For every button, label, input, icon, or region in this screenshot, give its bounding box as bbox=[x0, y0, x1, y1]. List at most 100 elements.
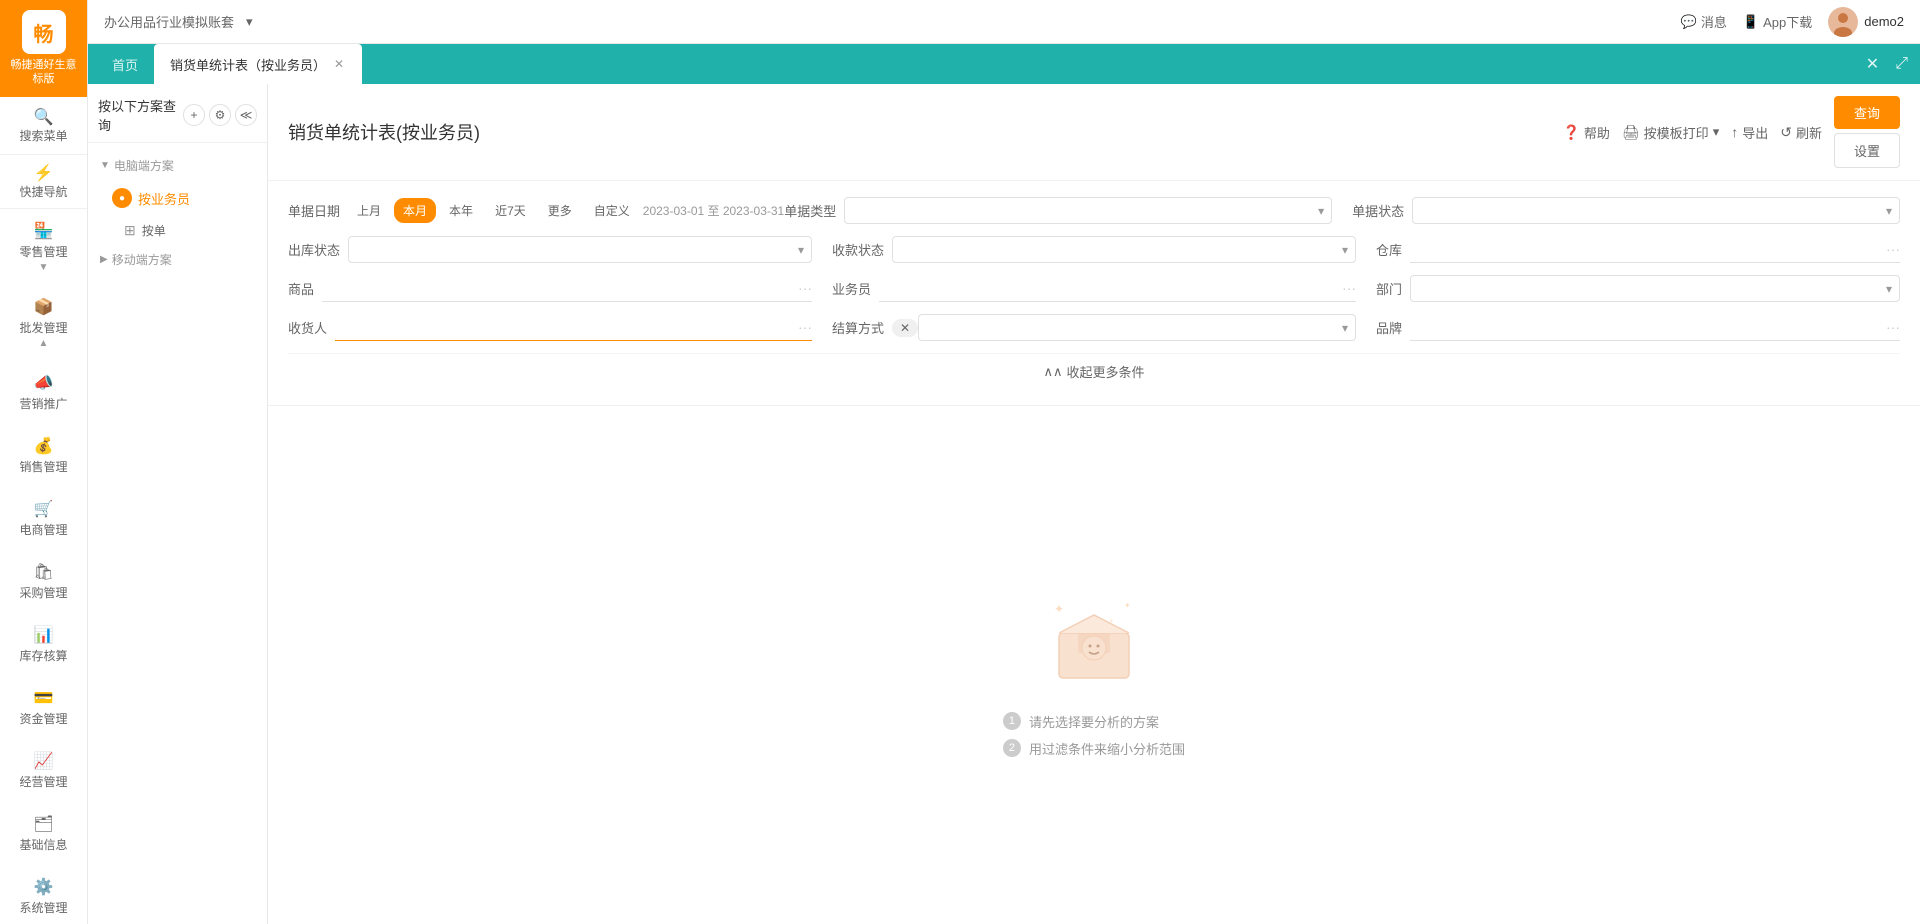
salesperson-input[interactable] bbox=[879, 276, 1338, 301]
add-scheme-btn[interactable]: + bbox=[183, 104, 205, 126]
operations-icon: 📈 bbox=[34, 751, 54, 771]
query-btn[interactable]: 查询 bbox=[1834, 96, 1900, 129]
refresh-btn[interactable]: ↺ 刷新 bbox=[1780, 123, 1822, 142]
filter-receiver: 收货人 ··· bbox=[288, 315, 812, 341]
stock-status-label: 出库状态 bbox=[288, 240, 340, 259]
message-btn[interactable]: 💬 消息 bbox=[1681, 12, 1727, 31]
tab-sales-stats[interactable]: 销货单统计表（按业务员） ✕ bbox=[154, 44, 362, 84]
print-btn[interactable]: 🖨 按模板打印 ▾ bbox=[1622, 123, 1719, 142]
receiver-input[interactable] bbox=[335, 315, 794, 340]
doc-type-select[interactable] bbox=[844, 197, 1332, 224]
sidebar-item-system[interactable]: ⚙️ 系统管理 bbox=[0, 865, 87, 924]
receiver-input-wrap: ··· bbox=[335, 315, 812, 341]
settlement-x-icon[interactable]: ✕ bbox=[900, 321, 910, 335]
warehouse-input[interactable] bbox=[1410, 237, 1882, 262]
app-download-btn[interactable]: 📱 App下载 bbox=[1743, 12, 1812, 31]
filter-doc-status: 单据状态 bbox=[1352, 197, 1900, 224]
user-area[interactable]: demo2 bbox=[1828, 7, 1904, 37]
mobile-group-arrow-icon: ▶ bbox=[100, 254, 108, 265]
doc-status-select-wrap bbox=[1412, 197, 1900, 224]
filter-date: 单据日期 上月 本月 本年 近7天 更多 自定义 2023-03-01 至 20… bbox=[288, 198, 784, 223]
tab-close-window-icon[interactable]: ✕ bbox=[1862, 50, 1883, 78]
settings-btn[interactable]: 设置 bbox=[1834, 133, 1900, 168]
sidebar-item-finance[interactable]: 💳 资金管理 bbox=[0, 676, 87, 739]
brand-dots-btn[interactable]: ··· bbox=[1886, 319, 1900, 335]
pay-status-select[interactable] bbox=[892, 236, 1356, 263]
goods-dots-btn[interactable]: ··· bbox=[798, 280, 812, 296]
mobile-group-label[interactable]: ▶ 移动端方案 bbox=[88, 245, 267, 274]
wholesale-icon: 📦 bbox=[34, 297, 54, 317]
date-btn-last7[interactable]: 近7天 bbox=[486, 198, 535, 223]
page-actions: ❓ 帮助 🖨 按模板打印 ▾ ↑ 导出 ↺ 刷新 bbox=[1562, 96, 1900, 168]
sidebar-item-ecommerce[interactable]: 🛒 电商管理 bbox=[0, 487, 87, 550]
receiver-dots-btn[interactable]: ··· bbox=[798, 319, 812, 335]
app-logo[interactable]: 畅 畅捷通好生意 标版 bbox=[0, 0, 87, 97]
retail-icon: 🏪 bbox=[34, 221, 54, 241]
svg-text:✦: ✦ bbox=[1054, 602, 1064, 616]
sidebar-item-marketing[interactable]: 📣 营销推广 bbox=[0, 361, 87, 424]
sidebar-quick-nav[interactable]: ⚡ 快捷导航 bbox=[0, 155, 87, 209]
empty-tips: 1 请先选择要分析的方案 2 用过滤条件来缩小分析范围 bbox=[1003, 712, 1185, 758]
dept-label: 部门 bbox=[1376, 279, 1402, 298]
sidebar-item-purchase[interactable]: 🛍 采购管理 bbox=[0, 550, 87, 613]
topbar-dropdown-icon[interactable]: ▾ bbox=[246, 14, 253, 30]
collapse-bar[interactable]: ∧∧ 收起更多条件 bbox=[288, 353, 1900, 389]
date-btn-last-month[interactable]: 上月 bbox=[348, 198, 390, 223]
topbar-title: 办公用品行业模拟账套 bbox=[104, 12, 234, 31]
inventory-icon: 📊 bbox=[34, 625, 54, 645]
scheme-subitem-by-order[interactable]: ⊞ 按单 bbox=[88, 216, 267, 245]
desktop-group-label[interactable]: ▼ 电脑端方案 bbox=[88, 151, 267, 180]
filter-brand: 品牌 ··· bbox=[1376, 315, 1900, 341]
filter-row-2: 出库状态 收款状态 bbox=[288, 236, 1900, 263]
settlement-select[interactable] bbox=[918, 314, 1356, 341]
sidebar-item-retail[interactable]: 🏪 零售管理 ▼ bbox=[0, 209, 87, 285]
sidebar-search[interactable]: 🔍 搜索菜单 bbox=[0, 97, 87, 155]
app-download-label: App下载 bbox=[1763, 12, 1812, 31]
finance-icon: 💳 bbox=[34, 688, 54, 708]
filter-stock-status: 出库状态 bbox=[288, 236, 812, 263]
help-btn[interactable]: ❓ 帮助 bbox=[1562, 123, 1609, 142]
scheme-item-by-salesperson[interactable]: ● 按业务员 bbox=[88, 180, 267, 216]
sidebar-item-operations[interactable]: 📈 经营管理 bbox=[0, 739, 87, 802]
date-btn-custom[interactable]: 自定义 bbox=[585, 198, 639, 223]
stock-status-select[interactable] bbox=[348, 236, 812, 263]
empty-tip-2: 2 用过滤条件来缩小分析范围 bbox=[1003, 739, 1185, 758]
svg-text:✦: ✦ bbox=[1109, 618, 1114, 625]
doc-status-select[interactable] bbox=[1412, 197, 1900, 224]
pay-status-select-wrap bbox=[892, 236, 1356, 263]
doc-type-select-wrap bbox=[844, 197, 1332, 224]
filter-row-1: 单据日期 上月 本月 本年 近7天 更多 自定义 2023-03-01 至 20… bbox=[288, 197, 1900, 224]
salesperson-dots-btn[interactable]: ··· bbox=[1342, 280, 1356, 296]
pay-status-label: 收款状态 bbox=[832, 240, 884, 259]
empty-state: ✦ ✦ ✦ 1 请先选择要分析的方案 2 用过滤条件来缩小分析范围 bbox=[268, 406, 1920, 924]
query-action-area: 查询 设置 bbox=[1834, 96, 1900, 168]
sidebar: 畅 畅捷通好生意 标版 🔍 搜索菜单 ⚡ 快捷导航 🏪 零售管理 ▼ 📦 批发管… bbox=[0, 0, 88, 924]
tip-text-1: 请先选择要分析的方案 bbox=[1029, 712, 1159, 731]
sidebar-item-wholesale[interactable]: 📦 批发管理 ▲ bbox=[0, 285, 87, 361]
tab-close-icon[interactable]: ✕ bbox=[332, 55, 346, 73]
panel-collapse-btn[interactable]: ≪ bbox=[235, 104, 257, 126]
tab-home[interactable]: 首页 bbox=[96, 44, 154, 84]
dept-select[interactable] bbox=[1410, 275, 1900, 302]
sidebar-nav: 🏪 零售管理 ▼ 📦 批发管理 ▲ 📣 营销推广 💰 销售管理 🛒 电商管理 🛍… bbox=[0, 209, 87, 924]
brand-input[interactable] bbox=[1410, 315, 1882, 340]
tip-num-1: 1 bbox=[1003, 712, 1021, 730]
date-btn-this-year[interactable]: 本年 bbox=[440, 198, 482, 223]
doc-status-label: 单据状态 bbox=[1352, 201, 1404, 220]
export-btn[interactable]: ↑ 导出 bbox=[1731, 123, 1768, 142]
add-icon: + bbox=[190, 108, 197, 122]
date-btn-this-month[interactable]: 本月 bbox=[394, 198, 436, 223]
scheme-active-icon: ● bbox=[112, 188, 132, 208]
sidebar-item-inventory[interactable]: 📊 库存核算 bbox=[0, 613, 87, 676]
topbar: 办公用品行业模拟账套 ▾ 💬 消息 📱 App下载 demo2 bbox=[88, 0, 1920, 44]
app-name: 畅捷通好生意 bbox=[8, 58, 79, 72]
sidebar-item-base[interactable]: 🗂 基础信息 bbox=[0, 802, 87, 865]
goods-input[interactable] bbox=[322, 276, 794, 301]
tab-maximize-icon[interactable]: ⤢ bbox=[1891, 51, 1912, 77]
warehouse-label: 仓库 bbox=[1376, 240, 1402, 259]
sidebar-item-sales[interactable]: 💰 销售管理 bbox=[0, 424, 87, 487]
date-btn-more[interactable]: 更多 bbox=[539, 198, 581, 223]
refresh-label: 刷新 bbox=[1796, 123, 1822, 142]
warehouse-dots-btn[interactable]: ··· bbox=[1886, 241, 1900, 257]
scheme-settings-btn[interactable]: ⚙ bbox=[209, 104, 231, 126]
